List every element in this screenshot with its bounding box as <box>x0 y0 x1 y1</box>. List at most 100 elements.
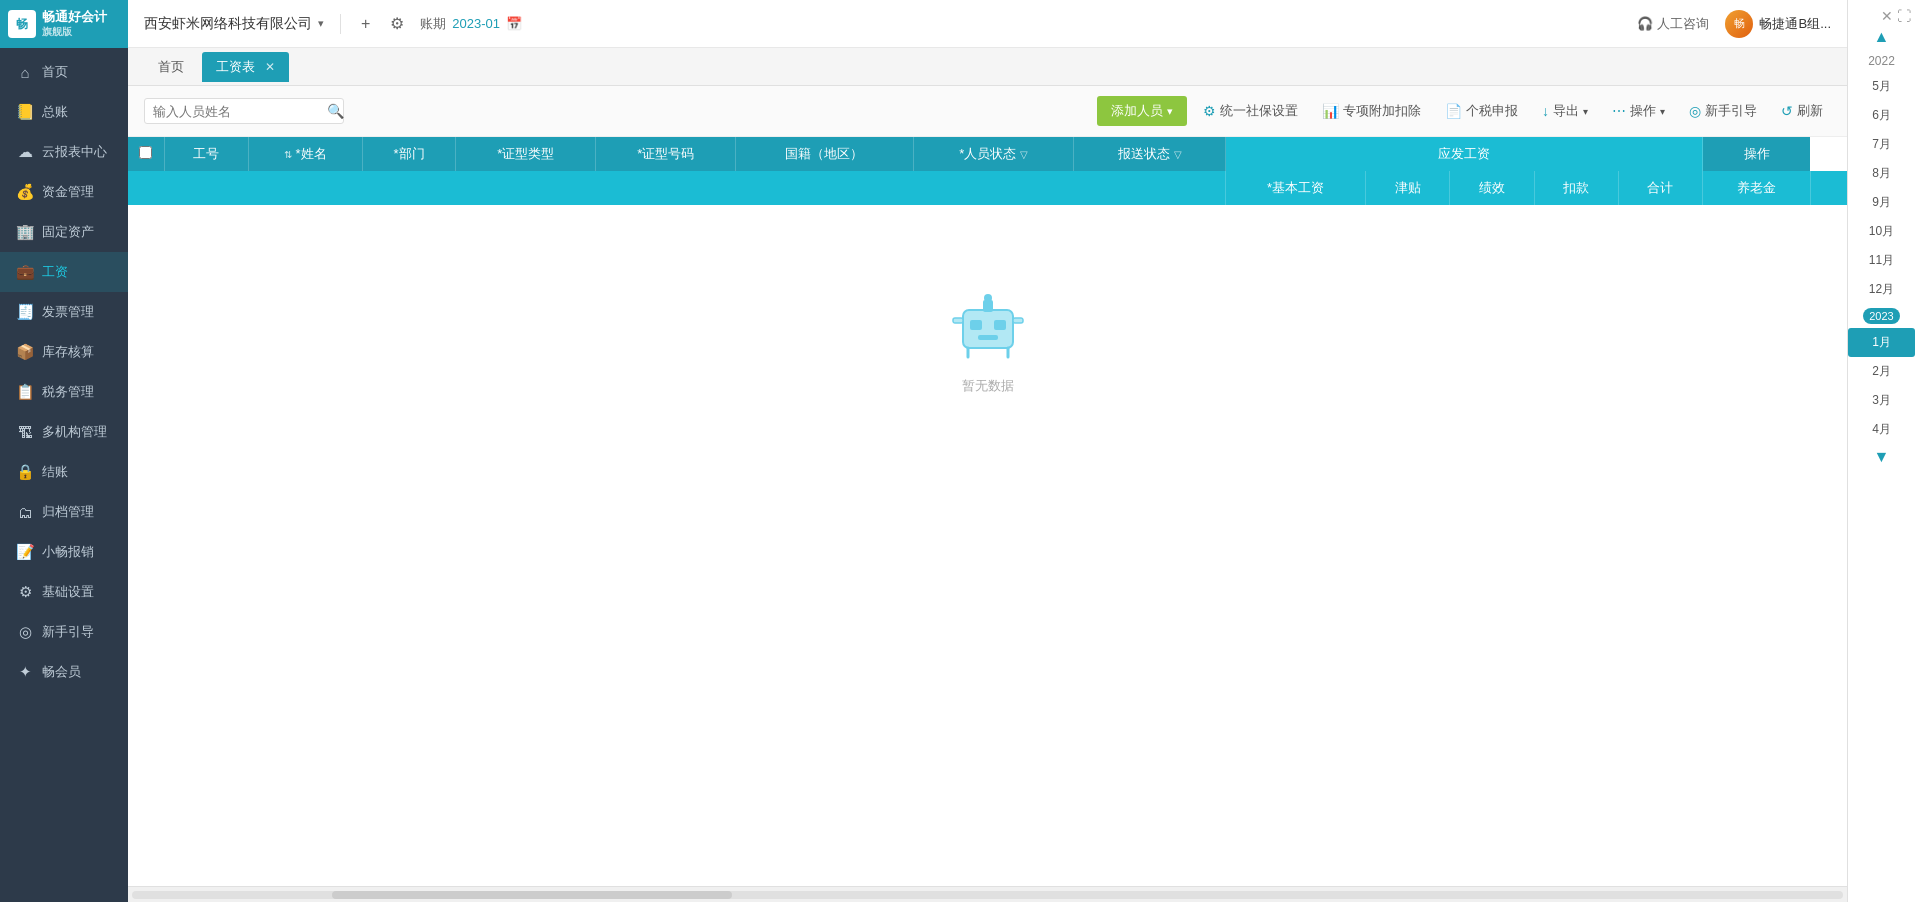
add-person-label: 添加人员 <box>1111 102 1163 120</box>
month-item-12[interactable]: 12月 <box>1848 275 1915 304</box>
month-item-6[interactable]: 6月 <box>1848 101 1915 130</box>
tab-payroll[interactable]: 工资表 ✕ <box>202 52 289 82</box>
sidebar-nav: ⌂ 首页 📒 总账 ☁ 云报表中心 💰 资金管理 🏢 固定资产 💼 工资 🧾 发… <box>0 48 128 902</box>
sidebar-item-member[interactable]: ✦ 畅会员 <box>0 652 128 692</box>
prev-year-label: 2022 <box>1868 50 1895 72</box>
th-status: *人员状态 ▽ <box>913 137 1074 171</box>
th-pension: 养老金 <box>1703 171 1811 205</box>
sidebar-item-assets[interactable]: 🏢 固定资产 <box>0 212 128 252</box>
sidebar-item-inventory-label: 库存核算 <box>42 343 94 361</box>
table-wrap: 工号 ⇅ *姓名 *部门 *证型类型 *证型号码 <box>128 137 1847 886</box>
personal-tax-icon: 📄 <box>1445 103 1462 119</box>
export-button[interactable]: ↓ 导出 ▾ <box>1534 98 1596 124</box>
sidebar-item-close-period-label: 结账 <box>42 463 68 481</box>
personal-tax-button[interactable]: 📄 个税申报 <box>1437 98 1526 124</box>
sidebar-item-invoice[interactable]: 🧾 发票管理 <box>0 292 128 332</box>
sidebar-item-funds-label: 资金管理 <box>42 183 94 201</box>
th-checkbox[interactable] <box>128 137 164 171</box>
sidebar-item-archive-label: 归档管理 <box>42 503 94 521</box>
sidebar-item-report-label: 云报表中心 <box>42 143 107 161</box>
topbar-divider-1 <box>340 14 341 34</box>
sidebar-item-multi-org[interactable]: 🏗 多机构管理 <box>0 412 128 452</box>
add-company-button[interactable]: + <box>357 11 374 37</box>
month-item-1[interactable]: 1月 <box>1848 328 1915 357</box>
logo-icon: 畅 <box>8 10 36 38</box>
close-period-icon: 🔒 <box>16 463 34 481</box>
svg-point-5 <box>984 294 992 302</box>
svg-rect-1 <box>970 320 982 330</box>
search-input[interactable] <box>153 104 321 119</box>
month-item-4[interactable]: 4月 <box>1848 415 1915 444</box>
sidebar-item-tax[interactable]: 📋 税务管理 <box>0 372 128 412</box>
month-item-9[interactable]: 9月 <box>1848 188 1915 217</box>
refresh-icon: ↺ <box>1781 103 1793 119</box>
payroll-table: 工号 ⇅ *姓名 *部门 *证型类型 *证型号码 <box>128 137 1847 475</box>
sidebar-item-home-label: 首页 <box>42 63 68 81</box>
sidebar-item-new-guide[interactable]: ◎ 新手引导 <box>0 612 128 652</box>
scroll-thumb[interactable] <box>332 891 732 899</box>
tax-icon: 📋 <box>16 383 34 401</box>
month-item-5[interactable]: 5月 <box>1848 72 1915 101</box>
add-person-button[interactable]: 添加人员 ▾ <box>1097 96 1187 126</box>
social-security-label: 统一社保设置 <box>1220 102 1298 120</box>
sort-name-icon[interactable]: ⇅ <box>284 149 292 160</box>
settings-button[interactable]: ⚙ <box>386 10 408 37</box>
new-guide-label: 新手引导 <box>1705 102 1757 120</box>
company-dropdown-icon: ▾ <box>318 17 324 30</box>
service-button[interactable]: 🎧 人工咨询 <box>1637 15 1709 33</box>
filter-report-icon[interactable]: ▽ <box>1174 149 1182 160</box>
sidebar-item-expense[interactable]: 📝 小畅报销 <box>0 532 128 572</box>
operations-button[interactable]: ⋯ 操作 ▾ <box>1604 98 1673 124</box>
company-name: 西安虾米网络科技有限公司 <box>144 15 312 33</box>
month-item-8[interactable]: 8月 <box>1848 159 1915 188</box>
toolbar-right: 添加人员 ▾ ⚙ 统一社保设置 📊 专项附加扣除 📄 个税申报 ↓ 导出 <box>1097 96 1831 126</box>
sidebar-item-home[interactable]: ⌂ 首页 <box>0 52 128 92</box>
month-item-7[interactable]: 7月 <box>1848 130 1915 159</box>
sidebar-item-funds[interactable]: 💰 资金管理 <box>0 172 128 212</box>
account-period: 账期 2023-01 📅 <box>420 15 522 33</box>
expense-icon: 📝 <box>16 543 34 561</box>
sidebar-item-payroll[interactable]: 💼 工资 <box>0 252 128 292</box>
special-deduction-button[interactable]: 📊 专项附加扣除 <box>1314 98 1429 124</box>
empty-state-cell: 暂无数据 <box>128 205 1847 475</box>
sidebar-item-report[interactable]: ☁ 云报表中心 <box>0 132 128 172</box>
panel-expand-btn[interactable]: ⛶ <box>1897 8 1911 24</box>
export-label: 导出 <box>1553 102 1579 120</box>
topbar: 西安虾米网络科技有限公司 ▾ + ⚙ 账期 2023-01 📅 🎧 人工咨询 畅… <box>128 0 1847 48</box>
tab-home[interactable]: 首页 <box>144 52 198 82</box>
sidebar-item-ledger[interactable]: 📒 总账 <box>0 92 128 132</box>
calendar-icon[interactable]: 📅 <box>506 16 522 31</box>
user-info: 畅 畅捷通B组... <box>1725 10 1831 38</box>
sidebar-item-close-period[interactable]: 🔒 结账 <box>0 452 128 492</box>
new-guide-sidebar-icon: ◎ <box>16 623 34 641</box>
th-salary-group: 应发工资 <box>1226 137 1703 171</box>
th-spacer <box>128 171 1226 205</box>
svg-rect-2 <box>994 320 1006 330</box>
special-deduction-icon: 📊 <box>1322 103 1339 119</box>
th-department: *部门 <box>362 137 455 171</box>
company-selector[interactable]: 西安虾米网络科技有限公司 ▾ <box>144 15 324 33</box>
tab-payroll-close[interactable]: ✕ <box>265 60 275 74</box>
month-nav-down[interactable]: ▼ <box>1870 444 1894 470</box>
sidebar-item-archive[interactable]: 🗂 归档管理 <box>0 492 128 532</box>
new-guide-button[interactable]: ◎ 新手引导 <box>1681 98 1765 124</box>
archive-icon: 🗂 <box>16 504 34 521</box>
social-security-button[interactable]: ⚙ 统一社保设置 <box>1195 98 1306 124</box>
app-name: 畅通好会计 <box>42 9 107 25</box>
sidebar-item-settings-label: 基础设置 <box>42 583 94 601</box>
svg-rect-7 <box>1013 318 1023 323</box>
select-all-checkbox[interactable] <box>139 146 152 159</box>
month-item-10[interactable]: 10月 <box>1848 217 1915 246</box>
th-country: 国籍（地区） <box>736 137 913 171</box>
month-item-11[interactable]: 11月 <box>1848 246 1915 275</box>
sidebar-item-settings[interactable]: ⚙ 基础设置 <box>0 572 128 612</box>
sidebar-item-inventory[interactable]: 📦 库存核算 <box>0 332 128 372</box>
panel-close-btn[interactable]: ✕ <box>1881 8 1893 24</box>
month-nav-up[interactable]: ▲ <box>1870 24 1894 50</box>
refresh-button[interactable]: ↺ 刷新 <box>1773 98 1831 124</box>
scroll-track[interactable] <box>132 891 1843 899</box>
sidebar-item-payroll-label: 工资 <box>42 263 68 281</box>
month-item-3[interactable]: 3月 <box>1848 386 1915 415</box>
month-item-2[interactable]: 2月 <box>1848 357 1915 386</box>
filter-status-icon[interactable]: ▽ <box>1020 149 1028 160</box>
